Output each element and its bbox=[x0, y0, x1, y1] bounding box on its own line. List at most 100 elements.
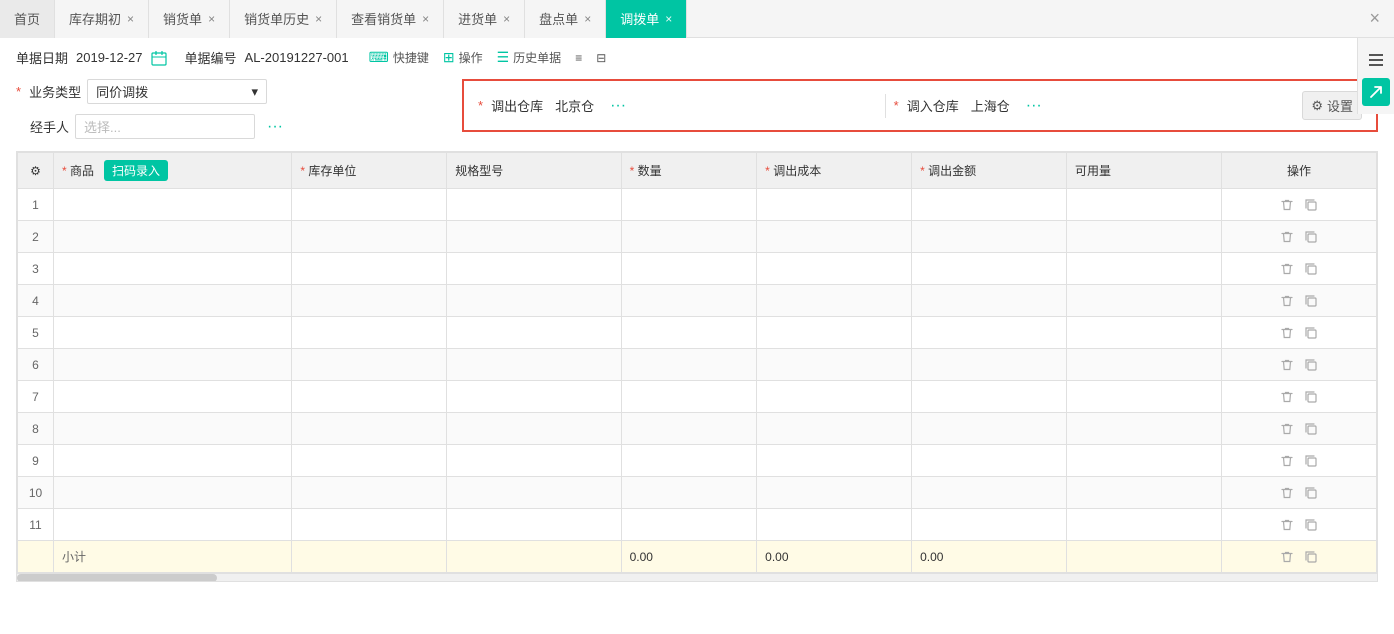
row-unit[interactable] bbox=[292, 509, 447, 541]
settings-button[interactable]: ⚙ 设置 bbox=[1302, 91, 1362, 120]
row-qty[interactable] bbox=[621, 317, 757, 349]
row-spec[interactable] bbox=[447, 381, 621, 413]
scrollbar-thumb[interactable] bbox=[17, 574, 217, 582]
side-share-icon[interactable] bbox=[1362, 78, 1390, 106]
row-amount[interactable] bbox=[912, 509, 1067, 541]
row-cost[interactable] bbox=[757, 221, 912, 253]
tab-close-transfer[interactable]: × bbox=[665, 12, 672, 26]
tab-transfer[interactable]: 调拨单 × bbox=[606, 0, 687, 38]
delete-row-icon[interactable] bbox=[1278, 356, 1296, 374]
row-cost[interactable] bbox=[757, 317, 912, 349]
th-gear[interactable]: ⚙ bbox=[18, 153, 54, 189]
row-unit[interactable] bbox=[292, 253, 447, 285]
row-amount[interactable] bbox=[912, 445, 1067, 477]
delete-row-icon[interactable] bbox=[1278, 484, 1296, 502]
copy-row-icon[interactable] bbox=[1302, 324, 1320, 342]
row-product[interactable] bbox=[54, 477, 292, 509]
tab-sales-history[interactable]: 销货单历史 × bbox=[230, 0, 337, 38]
row-cost[interactable] bbox=[757, 413, 912, 445]
row-cost[interactable] bbox=[757, 349, 912, 381]
row-spec[interactable] bbox=[447, 253, 621, 285]
row-product[interactable] bbox=[54, 413, 292, 445]
row-unit[interactable] bbox=[292, 413, 447, 445]
row-product[interactable] bbox=[54, 285, 292, 317]
row-spec[interactable] bbox=[447, 509, 621, 541]
row-available[interactable] bbox=[1067, 221, 1222, 253]
scan-entry-button[interactable]: 扫码录入 bbox=[104, 160, 168, 181]
row-unit[interactable] bbox=[292, 477, 447, 509]
row-product[interactable] bbox=[54, 221, 292, 253]
row-amount[interactable] bbox=[912, 317, 1067, 349]
delete-row-icon[interactable] bbox=[1278, 388, 1296, 406]
row-product[interactable] bbox=[54, 317, 292, 349]
row-product[interactable] bbox=[54, 189, 292, 221]
row-available[interactable] bbox=[1067, 381, 1222, 413]
horizontal-scrollbar[interactable] bbox=[17, 573, 1377, 581]
copy-row-icon[interactable] bbox=[1302, 420, 1320, 438]
tab-inventory-check[interactable]: 盘点单 × bbox=[525, 0, 606, 38]
row-amount[interactable] bbox=[912, 477, 1067, 509]
row-qty[interactable] bbox=[621, 285, 757, 317]
row-cost[interactable] bbox=[757, 477, 912, 509]
row-product[interactable] bbox=[54, 349, 292, 381]
row-qty[interactable] bbox=[621, 445, 757, 477]
row-qty[interactable] bbox=[621, 349, 757, 381]
delete-row-icon[interactable] bbox=[1278, 516, 1296, 534]
out-warehouse-more-button[interactable]: ··· bbox=[610, 97, 626, 115]
copy-row-icon[interactable] bbox=[1302, 356, 1320, 374]
grid-view-tool[interactable]: ⊟ bbox=[596, 51, 606, 65]
history-tool[interactable]: ☰ 历史单据 bbox=[497, 49, 562, 66]
row-product[interactable] bbox=[54, 253, 292, 285]
row-qty[interactable] bbox=[621, 381, 757, 413]
row-unit[interactable] bbox=[292, 445, 447, 477]
delete-row-icon[interactable] bbox=[1278, 324, 1296, 342]
row-qty[interactable] bbox=[621, 189, 757, 221]
tab-close-sales-order[interactable]: × bbox=[208, 12, 215, 26]
row-amount[interactable] bbox=[912, 189, 1067, 221]
delete-subtotal-icon[interactable] bbox=[1278, 548, 1296, 566]
row-unit[interactable] bbox=[292, 285, 447, 317]
row-available[interactable] bbox=[1067, 253, 1222, 285]
tab-close-inventory-init[interactable]: × bbox=[127, 12, 134, 26]
row-available[interactable] bbox=[1067, 445, 1222, 477]
copy-row-icon[interactable] bbox=[1302, 516, 1320, 534]
row-spec[interactable] bbox=[447, 317, 621, 349]
row-amount[interactable] bbox=[912, 253, 1067, 285]
row-cost[interactable] bbox=[757, 445, 912, 477]
row-unit[interactable] bbox=[292, 189, 447, 221]
row-available[interactable] bbox=[1067, 317, 1222, 349]
row-qty[interactable] bbox=[621, 509, 757, 541]
row-product[interactable] bbox=[54, 381, 292, 413]
row-amount[interactable] bbox=[912, 285, 1067, 317]
row-qty[interactable] bbox=[621, 253, 757, 285]
tab-close-sales-history[interactable]: × bbox=[315, 12, 322, 26]
row-cost[interactable] bbox=[757, 285, 912, 317]
row-spec[interactable] bbox=[447, 221, 621, 253]
tab-home[interactable]: 首页 bbox=[0, 0, 55, 38]
row-available[interactable] bbox=[1067, 349, 1222, 381]
copy-row-icon[interactable] bbox=[1302, 292, 1320, 310]
window-close-button[interactable]: × bbox=[1355, 0, 1394, 38]
handler-select[interactable]: 选择... bbox=[75, 114, 255, 139]
row-spec[interactable] bbox=[447, 413, 621, 445]
row-product[interactable] bbox=[54, 509, 292, 541]
business-type-select[interactable]: 同价调拨 ▾ bbox=[87, 79, 267, 104]
copy-subtotal-icon[interactable] bbox=[1302, 548, 1320, 566]
row-spec[interactable] bbox=[447, 477, 621, 509]
row-qty[interactable] bbox=[621, 477, 757, 509]
row-available[interactable] bbox=[1067, 285, 1222, 317]
tab-inventory-init[interactable]: 库存期初 × bbox=[55, 0, 149, 38]
row-unit[interactable] bbox=[292, 317, 447, 349]
row-amount[interactable] bbox=[912, 413, 1067, 445]
row-amount[interactable] bbox=[912, 349, 1067, 381]
row-amount[interactable] bbox=[912, 381, 1067, 413]
row-available[interactable] bbox=[1067, 509, 1222, 541]
row-qty[interactable] bbox=[621, 221, 757, 253]
row-unit[interactable] bbox=[292, 349, 447, 381]
in-warehouse-more-button[interactable]: ··· bbox=[1026, 97, 1042, 115]
side-list-icon[interactable] bbox=[1362, 46, 1390, 74]
tab-sales-order[interactable]: 销货单 × bbox=[149, 0, 230, 38]
copy-row-icon[interactable] bbox=[1302, 260, 1320, 278]
row-spec[interactable] bbox=[447, 189, 621, 221]
row-amount[interactable] bbox=[912, 221, 1067, 253]
